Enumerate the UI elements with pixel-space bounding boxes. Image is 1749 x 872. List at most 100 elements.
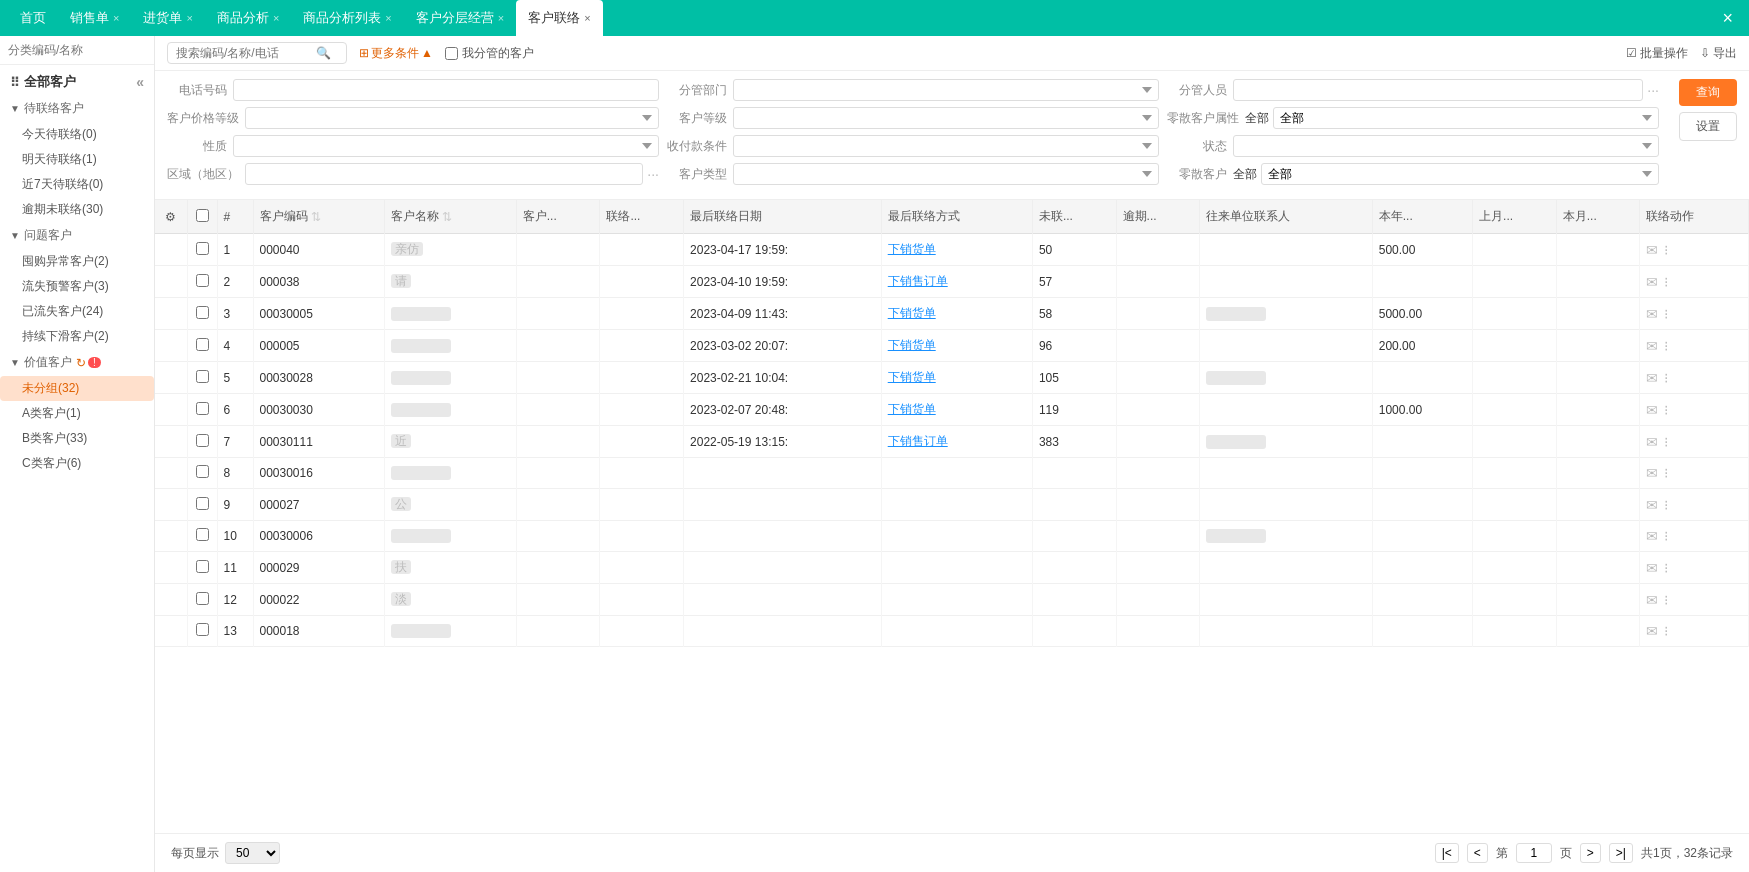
nav-customer-segment[interactable]: 客户分层经营× — [404, 0, 516, 36]
td-checkbox[interactable] — [187, 616, 217, 647]
th-settings[interactable]: ⚙ — [155, 200, 187, 234]
comment-icon[interactable]: ✉ — [1646, 242, 1658, 258]
manager-dots[interactable]: ··· — [1647, 82, 1659, 98]
reset-button[interactable]: 设置 — [1679, 112, 1737, 141]
sidebar-tomorrow-pending[interactable]: 明天待联络(1) — [0, 147, 154, 172]
sidebar-churn-warning[interactable]: 流失预警客户(3) — [0, 274, 154, 299]
all-customers-label[interactable]: 全部客户 — [24, 73, 76, 91]
td-checkbox[interactable] — [187, 362, 217, 394]
sidebar-a-class[interactable]: A类客户(1) — [0, 401, 154, 426]
filter-payment-select[interactable] — [733, 135, 1159, 157]
close-purchase-tab[interactable]: × — [186, 12, 192, 24]
th-checkbox[interactable] — [187, 200, 217, 234]
more-conditions-label[interactable]: 更多条件 — [371, 45, 419, 62]
filter-customer-level-select[interactable] — [733, 107, 1159, 129]
page-number-input[interactable] — [1516, 843, 1552, 863]
row-checkbox[interactable] — [196, 242, 209, 255]
row-checkbox[interactable] — [196, 560, 209, 573]
comment-icon[interactable]: ✉ — [1646, 560, 1658, 576]
close-segment-tab[interactable]: × — [498, 12, 504, 24]
row-checkbox[interactable] — [196, 465, 209, 478]
comment-icon[interactable]: ✉ — [1646, 465, 1658, 481]
filter-area-input[interactable] — [245, 163, 643, 185]
menu-icon[interactable]: ⁝ — [1664, 434, 1668, 450]
td-checkbox[interactable] — [187, 394, 217, 426]
contact-method-link[interactable]: 下销货单 — [888, 306, 936, 320]
menu-icon[interactable]: ⁝ — [1664, 274, 1668, 290]
comment-icon[interactable]: ✉ — [1646, 497, 1658, 513]
refresh-icon[interactable]: ↻ — [76, 356, 86, 370]
page-size-select[interactable]: 50 10 20 100 — [225, 842, 280, 864]
contact-method-link[interactable]: 下销货单 — [888, 402, 936, 416]
menu-icon[interactable]: ⁝ — [1664, 528, 1668, 544]
batch-label[interactable]: 批量操作 — [1640, 45, 1688, 62]
filter-manager-input[interactable] — [1233, 79, 1643, 101]
sidebar-hoarding-abnormal[interactable]: 囤购异常客户(2) — [0, 249, 154, 274]
contact-method-link[interactable]: 下销货单 — [888, 370, 936, 384]
td-checkbox[interactable] — [187, 458, 217, 489]
sidebar-search-input[interactable] — [8, 43, 155, 57]
contact-method-link[interactable]: 下销售订单 — [888, 434, 948, 448]
my-customers-checkbox[interactable] — [445, 47, 458, 60]
filter-price-level-select[interactable] — [245, 107, 659, 129]
nav-sales[interactable]: 销售单× — [58, 0, 131, 36]
filter-phone-input[interactable] — [233, 79, 659, 101]
menu-icon[interactable]: ⁝ — [1664, 306, 1668, 322]
menu-icon[interactable]: ⁝ — [1664, 465, 1668, 481]
row-checkbox[interactable] — [196, 370, 209, 383]
sidebar-declining[interactable]: 持续下滑客户(2) — [0, 324, 154, 349]
menu-icon[interactable]: ⁝ — [1664, 497, 1668, 513]
sidebar-ungrouped[interactable]: 未分组(32) — [0, 376, 154, 401]
row-checkbox[interactable] — [196, 497, 209, 510]
contact-method-link[interactable]: 下销货单 — [888, 338, 936, 352]
contact-method-link[interactable]: 下销货单 — [888, 242, 936, 256]
close-contact-tab[interactable]: × — [584, 12, 590, 24]
first-page-btn[interactable]: |< — [1435, 843, 1459, 863]
sidebar-churned[interactable]: 已流失客户(24) — [0, 299, 154, 324]
sidebar-group-value[interactable]: ▼ 价值客户 ↻ ! — [0, 349, 154, 376]
filter-sparse-attr-select[interactable]: 全部 — [1273, 107, 1659, 129]
td-checkbox[interactable] — [187, 266, 217, 298]
row-checkbox[interactable] — [196, 402, 209, 415]
menu-icon[interactable]: ⁝ — [1664, 623, 1668, 639]
last-page-btn[interactable]: >| — [1609, 843, 1633, 863]
area-dots[interactable]: ··· — [647, 166, 659, 182]
filter-sparse-customer-select[interactable]: 全部 — [1261, 163, 1659, 185]
close-sales-tab[interactable]: × — [113, 12, 119, 24]
td-checkbox[interactable] — [187, 521, 217, 552]
sidebar-c-class[interactable]: C类客户(6) — [0, 451, 154, 476]
td-checkbox[interactable] — [187, 552, 217, 584]
menu-icon[interactable]: ⁝ — [1664, 370, 1668, 386]
td-checkbox[interactable] — [187, 298, 217, 330]
sidebar-group-problem[interactable]: ▼ 问题客户 — [0, 222, 154, 249]
nav-customer-contact[interactable]: 客户联络× — [516, 0, 602, 36]
close-product-tab[interactable]: × — [273, 12, 279, 24]
td-checkbox[interactable] — [187, 234, 217, 266]
menu-icon[interactable]: ⁝ — [1664, 402, 1668, 418]
row-checkbox[interactable] — [196, 623, 209, 636]
next-page-btn[interactable]: > — [1580, 843, 1601, 863]
sidebar-b-class[interactable]: B类客户(33) — [0, 426, 154, 451]
export-btn[interactable]: ⇩ 导出 — [1700, 45, 1737, 62]
td-checkbox[interactable] — [187, 489, 217, 521]
comment-icon[interactable]: ✉ — [1646, 434, 1658, 450]
comment-icon[interactable]: ✉ — [1646, 370, 1658, 386]
nav-product-analysis[interactable]: 商品分析× — [205, 0, 291, 36]
row-checkbox[interactable] — [196, 434, 209, 447]
sidebar-today-pending[interactable]: 今天待联络(0) — [0, 122, 154, 147]
td-checkbox[interactable] — [187, 584, 217, 616]
menu-icon[interactable]: ⁝ — [1664, 242, 1668, 258]
comment-icon[interactable]: ✉ — [1646, 623, 1658, 639]
menu-icon[interactable]: ⁝ — [1664, 592, 1668, 608]
filter-customer-type-select[interactable] — [733, 163, 1159, 185]
row-checkbox[interactable] — [196, 306, 209, 319]
row-checkbox[interactable] — [196, 274, 209, 287]
select-all-checkbox[interactable] — [196, 209, 209, 222]
comment-icon[interactable]: ✉ — [1646, 528, 1658, 544]
sidebar-overdue-pending[interactable]: 逾期未联络(30) — [0, 197, 154, 222]
row-checkbox[interactable] — [196, 338, 209, 351]
close-productlist-tab[interactable]: × — [385, 12, 391, 24]
prev-page-btn[interactable]: < — [1467, 843, 1488, 863]
filter-status-select[interactable] — [1233, 135, 1659, 157]
comment-icon[interactable]: ✉ — [1646, 274, 1658, 290]
